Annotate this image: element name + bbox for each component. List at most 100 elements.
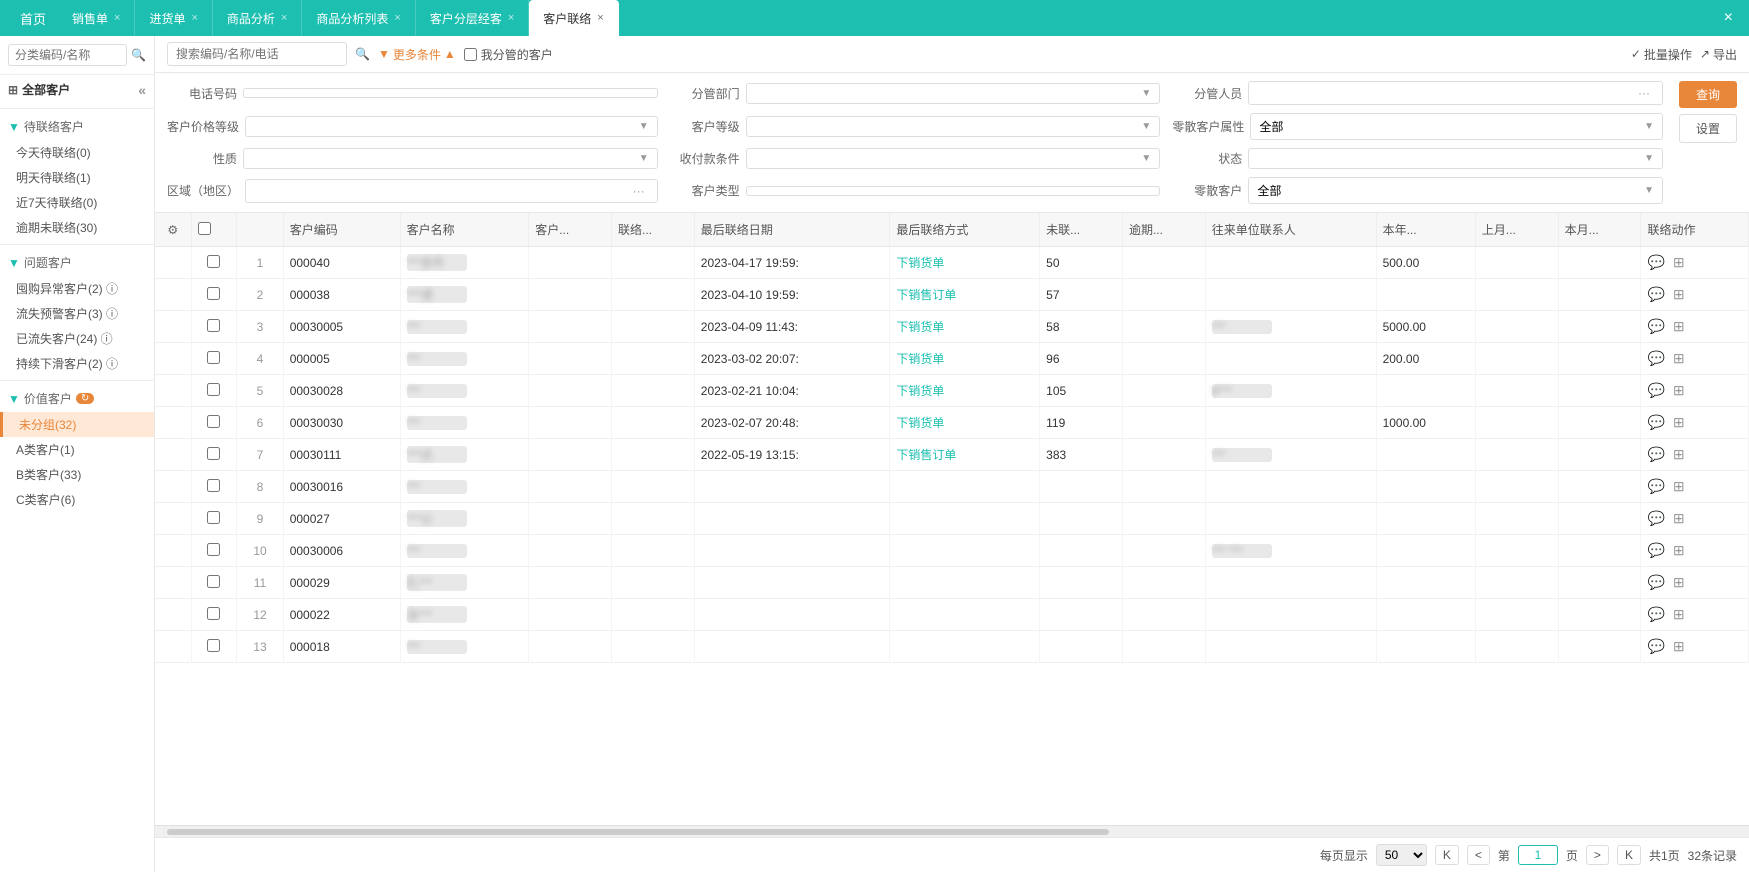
nav-tab-sales[interactable]: 销售单 × — [58, 0, 135, 36]
sidebar-item-7days[interactable]: 近7天待联络(0) — [0, 190, 154, 215]
grid-action-icon[interactable]: ⊞ — [1673, 638, 1685, 655]
last-way-link[interactable]: 下销售订单 — [896, 288, 956, 302]
phone-input[interactable] — [243, 88, 658, 98]
row-last-way-cell[interactable] — [890, 567, 1040, 599]
sidebar-item-ungroup[interactable]: 未分组(32) — [0, 412, 154, 437]
comment-icon[interactable]: 💬 — [1647, 382, 1664, 399]
sidebar-item-overdue[interactable]: 逾期未联络(30) — [0, 215, 154, 240]
sidebar-search-input[interactable] — [8, 44, 127, 66]
col-type[interactable]: 客户... — [529, 213, 612, 247]
comment-icon[interactable]: 💬 — [1647, 510, 1664, 527]
sidebar-group-pending[interactable]: ▼ 待联络客户 — [0, 113, 154, 140]
sidebar-item-class-c[interactable]: C类客户(6) — [0, 487, 154, 512]
col-last-month[interactable]: 上月... — [1475, 213, 1558, 247]
last-way-link[interactable]: 下销货单 — [896, 416, 944, 430]
row-checkbox-cell[interactable] — [191, 407, 237, 439]
search-input[interactable] — [167, 42, 347, 66]
row-checkbox[interactable] — [207, 511, 220, 524]
grid-action-icon[interactable]: ⊞ — [1673, 542, 1685, 559]
col-last-way[interactable]: 最后联络方式 — [890, 213, 1040, 247]
last-way-link[interactable]: 下销货单 — [896, 352, 944, 366]
scatter-input[interactable]: 全部▼ — [1248, 177, 1663, 204]
row-last-way-cell[interactable]: 下销货单 — [890, 407, 1040, 439]
row-last-way-cell[interactable] — [890, 503, 1040, 535]
person-input[interactable]: ··· — [1248, 81, 1663, 105]
row-checkbox[interactable] — [207, 255, 220, 268]
row-last-way-cell[interactable] — [890, 631, 1040, 663]
row-checkbox[interactable] — [207, 351, 220, 364]
comment-icon[interactable]: 💬 — [1647, 478, 1664, 495]
comment-icon[interactable]: 💬 — [1647, 350, 1664, 367]
row-checkbox-cell[interactable] — [191, 567, 237, 599]
nav-tab-analysis[interactable]: 商品分析 × — [213, 0, 302, 36]
row-last-way-cell[interactable] — [890, 471, 1040, 503]
grid-action-icon[interactable]: ⊞ — [1673, 510, 1685, 527]
close-icon[interactable]: × — [394, 12, 400, 24]
col-unit-contact[interactable]: 往来单位联系人 — [1205, 213, 1376, 247]
col-name[interactable]: 客户名称 — [400, 213, 529, 247]
row-last-way-cell[interactable]: 下销货单 — [890, 375, 1040, 407]
window-close-icon[interactable]: × — [1716, 9, 1741, 27]
row-last-way-cell[interactable]: 下销售订单 — [890, 279, 1040, 311]
region-input[interactable]: ··· — [245, 179, 658, 203]
close-icon[interactable]: × — [281, 12, 287, 24]
per-page-select[interactable]: 50 20 100 — [1376, 844, 1427, 866]
comment-icon[interactable]: 💬 — [1647, 638, 1664, 655]
grid-action-icon[interactable]: ⊞ — [1673, 286, 1685, 303]
price-level-input[interactable]: ▼ — [245, 116, 658, 137]
col-last-date[interactable]: 最后联络日期 — [694, 213, 890, 247]
nature-input[interactable]: ▼ — [243, 148, 658, 169]
sidebar-group-problem[interactable]: ▼ 问题客户 — [0, 249, 154, 276]
nav-tab-analysis-list[interactable]: 商品分析列表 × — [302, 0, 415, 36]
comment-icon[interactable]: 💬 — [1647, 254, 1664, 271]
row-checkbox[interactable] — [207, 383, 220, 396]
close-icon[interactable]: × — [597, 12, 603, 24]
col-this-month[interactable]: 本月... — [1558, 213, 1641, 247]
select-all-checkbox[interactable] — [198, 222, 211, 235]
sidebar-item-hoarding[interactable]: 囤购异常客户(2) ⓘ — [0, 276, 154, 301]
nav-tab-customer-segment[interactable]: 客户分层经客 × — [416, 0, 529, 36]
sidebar-search-icon[interactable]: 🔍 — [131, 48, 146, 62]
row-checkbox-cell[interactable] — [191, 535, 237, 567]
row-checkbox[interactable] — [207, 319, 220, 332]
row-checkbox[interactable] — [207, 575, 220, 588]
sidebar-item-class-a[interactable]: A类客户(1) — [0, 437, 154, 462]
status-input[interactable]: ▼ — [1248, 148, 1663, 169]
grid-action-icon[interactable]: ⊞ — [1673, 446, 1685, 463]
more-conditions-btn[interactable]: ▼ 更多条件 ▲ — [378, 46, 456, 63]
sidebar-all-customers[interactable]: ⊞ 全部客户 « — [0, 75, 154, 104]
row-checkbox-cell[interactable] — [191, 279, 237, 311]
col-no-contact[interactable]: 未联... — [1040, 213, 1123, 247]
comment-icon[interactable]: 💬 — [1647, 318, 1664, 335]
query-button[interactable]: 查询 — [1679, 81, 1737, 108]
row-checkbox-cell[interactable] — [191, 471, 237, 503]
row-checkbox-cell[interactable] — [191, 439, 237, 471]
sidebar-item-churned[interactable]: 已流失客户(24) ⓘ — [0, 326, 154, 351]
my-customers-checkbox[interactable] — [464, 48, 477, 61]
row-checkbox-cell[interactable] — [191, 503, 237, 535]
last-page-btn[interactable]: K — [1617, 845, 1641, 865]
row-checkbox[interactable] — [207, 479, 220, 492]
grid-action-icon[interactable]: ⊞ — [1673, 254, 1685, 271]
row-checkbox[interactable] — [207, 415, 220, 428]
my-customers-checkbox-label[interactable]: 我分管的客户 — [464, 46, 553, 63]
row-checkbox[interactable] — [207, 287, 220, 300]
col-overdue[interactable]: 逾期... — [1122, 213, 1205, 247]
row-checkbox-cell[interactable] — [191, 631, 237, 663]
row-last-way-cell[interactable]: 下销售订单 — [890, 439, 1040, 471]
comment-icon[interactable]: 💬 — [1647, 542, 1664, 559]
row-checkbox[interactable] — [207, 639, 220, 652]
last-way-link[interactable]: 下销货单 — [896, 256, 944, 270]
row-checkbox-cell[interactable] — [191, 599, 237, 631]
reset-button[interactable]: 设置 — [1679, 114, 1737, 143]
horizontal-scrollbar[interactable] — [155, 825, 1749, 837]
close-icon[interactable]: × — [191, 12, 197, 24]
row-last-way-cell[interactable] — [890, 599, 1040, 631]
search-icon[interactable]: 🔍 — [355, 47, 370, 61]
first-page-btn[interactable]: K — [1435, 845, 1459, 865]
dept-input[interactable]: ▼ — [746, 83, 1161, 104]
sidebar-item-churn-warning[interactable]: 流失预警客户(3) ⓘ — [0, 301, 154, 326]
next-page-btn[interactable]: > — [1586, 845, 1609, 865]
comment-icon[interactable]: 💬 — [1647, 574, 1664, 591]
grid-action-icon[interactable]: ⊞ — [1673, 382, 1685, 399]
